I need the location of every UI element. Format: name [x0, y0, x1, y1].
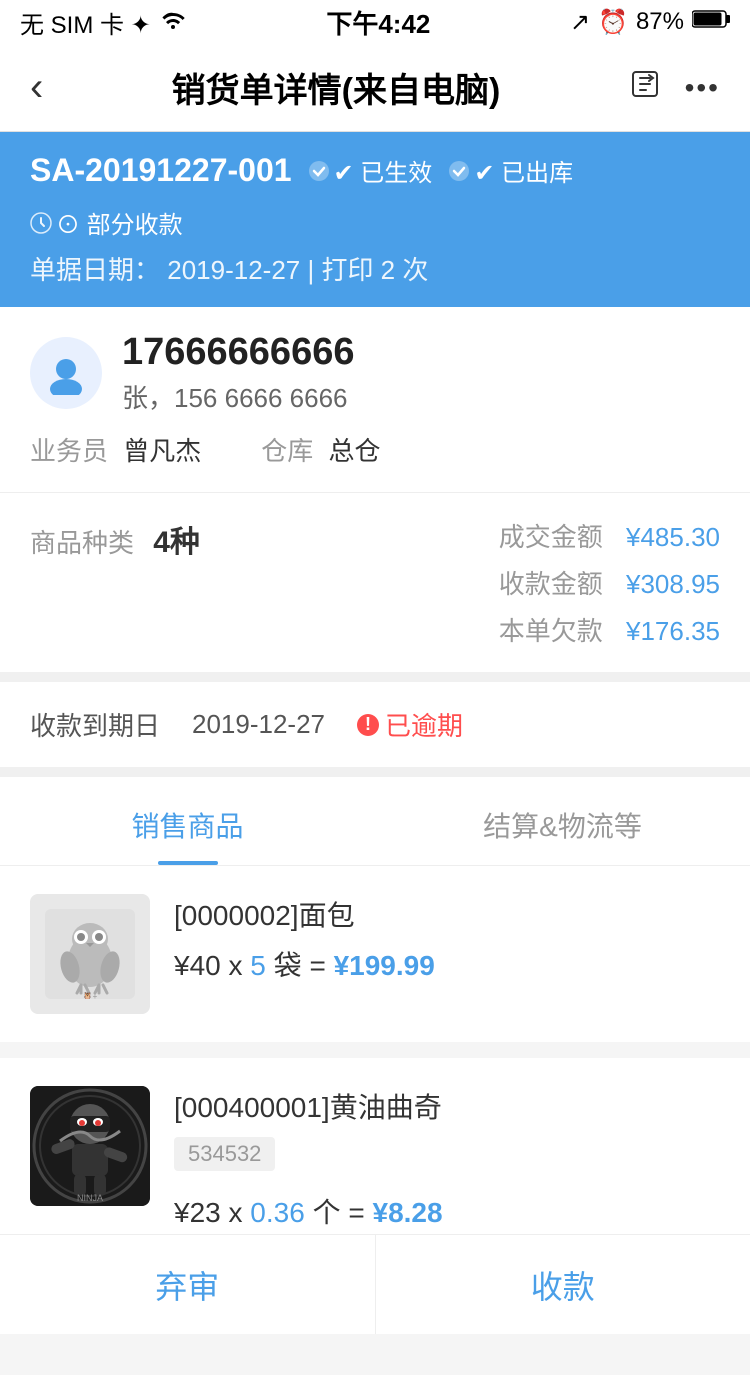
- status-bar: 无 SIM 卡 ✦ 下午4:42 ↗ ⏰ 87%: [0, 0, 750, 44]
- list-item: NINJA [000400001]黄油曲奇 534532 ¥23 x 0.36 …: [0, 1058, 750, 1259]
- order-id: SA-20191227-001: [30, 152, 292, 189]
- back-button[interactable]: ‹: [30, 65, 43, 110]
- product-thumbnail-2: NINJA: [30, 1086, 150, 1206]
- due-section: 收款到期日 2019-12-27 ! 已逾期: [0, 682, 750, 777]
- customer-name: 张，156 6666 6666: [122, 378, 354, 415]
- share-icon[interactable]: [629, 68, 661, 108]
- due-date: 2019-12-27: [192, 709, 325, 740]
- svg-text:NINJA: NINJA: [77, 1193, 103, 1203]
- customer-section: 17666666666 张，156 6666 6666 业务员 曾凡杰 仓库 总…: [0, 307, 750, 493]
- tab-products[interactable]: 销售商品: [0, 777, 375, 865]
- cancel-review-button[interactable]: 弃审: [0, 1235, 375, 1334]
- product-name-1: [0000002]面包: [174, 894, 720, 934]
- bottom-bar: 弃审 收款: [0, 1234, 750, 1334]
- receive-payment-button[interactable]: 收款: [376, 1235, 750, 1334]
- status-left: 无 SIM 卡 ✦: [20, 5, 187, 40]
- product-sku: 534532: [174, 1137, 275, 1171]
- battery-label: 87%: [636, 8, 684, 36]
- battery-icon: [692, 8, 730, 36]
- order-banner: SA-20191227-001 ✔ 已生效 ✔ 已出库 ⊙ 部分收款 单据日期：…: [0, 132, 750, 307]
- product-type: 商品种类 4种: [30, 517, 200, 561]
- alarm-icon: ⏰: [598, 8, 628, 37]
- status-partial: ⊙ 部分收款: [30, 205, 183, 240]
- sim-label: 无 SIM 卡 ✦: [20, 5, 151, 40]
- tab-settlement[interactable]: 结算&物流等: [375, 777, 750, 865]
- wifi-icon: [159, 8, 187, 36]
- product-info-2: [000400001]黄油曲奇 534532 ¥23 x 0.36 个 = ¥8…: [174, 1086, 720, 1231]
- product-name-2: [000400001]黄油曲奇: [174, 1086, 720, 1126]
- nav-right: •••: [629, 68, 720, 108]
- salesman-info: 业务员 曾凡杰: [30, 431, 201, 468]
- overdue-dot-icon: !: [357, 714, 379, 736]
- order-date: 单据日期： 2019-12-27 | 打印 2 次: [30, 250, 720, 287]
- status-effected: ✔ 已生效: [308, 153, 433, 188]
- warehouse-info: 仓库 总仓: [261, 431, 380, 468]
- deal-amount: 成交金额 ¥485.30: [499, 517, 720, 554]
- overdue-badge: ! 已逾期: [357, 706, 463, 743]
- status-right: ↗ ⏰ 87%: [570, 8, 730, 37]
- svg-text:🦉+: 🦉+: [83, 992, 98, 999]
- product-price-2: ¥23 x 0.36 个 = ¥8.28: [174, 1191, 720, 1231]
- product-thumbnail-1: 🦉+: [30, 894, 150, 1014]
- list-item: 🦉+ [0000002]面包 ¥40 x 5 袋 = ¥199.99: [0, 866, 750, 1042]
- status-shipped: ✔ 已出库: [448, 153, 573, 188]
- page-title: 销货单详情(来自电脑): [172, 63, 501, 112]
- more-icon[interactable]: •••: [685, 72, 720, 104]
- summary-section: 商品种类 4种 成交金额 ¥485.30 收款金额 ¥308.95 本单欠款 ¥…: [0, 493, 750, 682]
- due-label: 收款到期日: [30, 706, 160, 743]
- status-time: 下午4:42: [326, 4, 430, 41]
- tabs: 销售商品 结算&物流等: [0, 777, 750, 866]
- customer-phone: 17666666666: [122, 331, 354, 374]
- location-icon: ↗: [570, 8, 590, 37]
- avatar: [30, 337, 102, 409]
- product-info-1: [0000002]面包 ¥40 x 5 袋 = ¥199.99: [174, 894, 720, 984]
- product-price-1: ¥40 x 5 袋 = ¥199.99: [174, 944, 720, 984]
- nav-bar: ‹ 销货单详情(来自电脑) •••: [0, 44, 750, 132]
- nav-left: ‹: [30, 65, 43, 110]
- owed-amount: 本单欠款 ¥176.35: [499, 611, 720, 648]
- received-amount: 收款金额 ¥308.95: [499, 564, 720, 601]
